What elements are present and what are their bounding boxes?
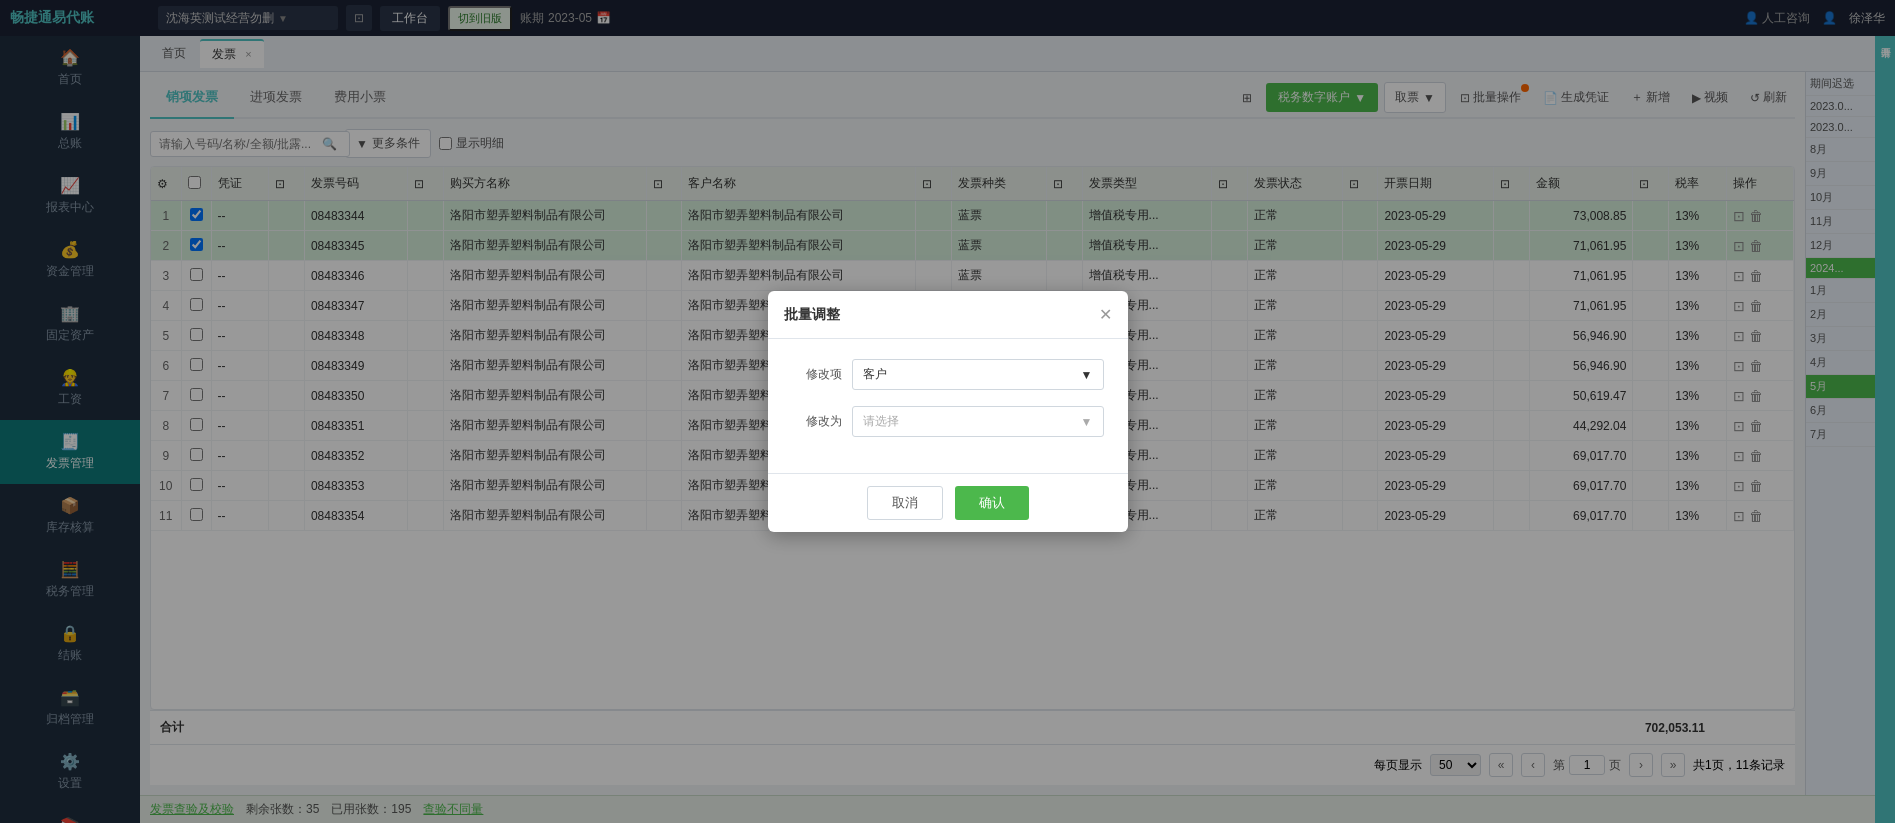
modify-placeholder: 请选择 <box>863 413 899 430</box>
form-row-modify: 修改为 请选择 ▼ <box>792 406 1104 437</box>
field-dropdown-icon: ▼ <box>1081 368 1093 382</box>
modify-dropdown-icon: ▼ <box>1081 415 1093 429</box>
field-select[interactable]: 客户 ▼ <box>852 359 1104 390</box>
batch-adjust-modal: 批量调整 ✕ 修改项 客户 ▼ 修改为 请选择 ▼ 取消 确认 <box>768 291 1128 532</box>
field-label: 修改项 <box>792 366 842 383</box>
modal-overlay[interactable]: 批量调整 ✕ 修改项 客户 ▼ 修改为 请选择 ▼ 取消 确认 <box>0 0 1895 823</box>
modal-cancel-btn[interactable]: 取消 <box>867 486 943 520</box>
modify-select[interactable]: 请选择 ▼ <box>852 406 1104 437</box>
modal-body: 修改项 客户 ▼ 修改为 请选择 ▼ <box>768 339 1128 473</box>
modify-label: 修改为 <box>792 413 842 430</box>
modal-confirm-btn[interactable]: 确认 <box>955 486 1029 520</box>
field-value: 客户 <box>863 366 887 383</box>
form-row-field: 修改项 客户 ▼ <box>792 359 1104 390</box>
modal-title: 批量调整 <box>784 306 840 324</box>
modal-header: 批量调整 ✕ <box>768 291 1128 339</box>
modal-footer: 取消 确认 <box>768 473 1128 532</box>
modal-close-btn[interactable]: ✕ <box>1099 305 1112 324</box>
